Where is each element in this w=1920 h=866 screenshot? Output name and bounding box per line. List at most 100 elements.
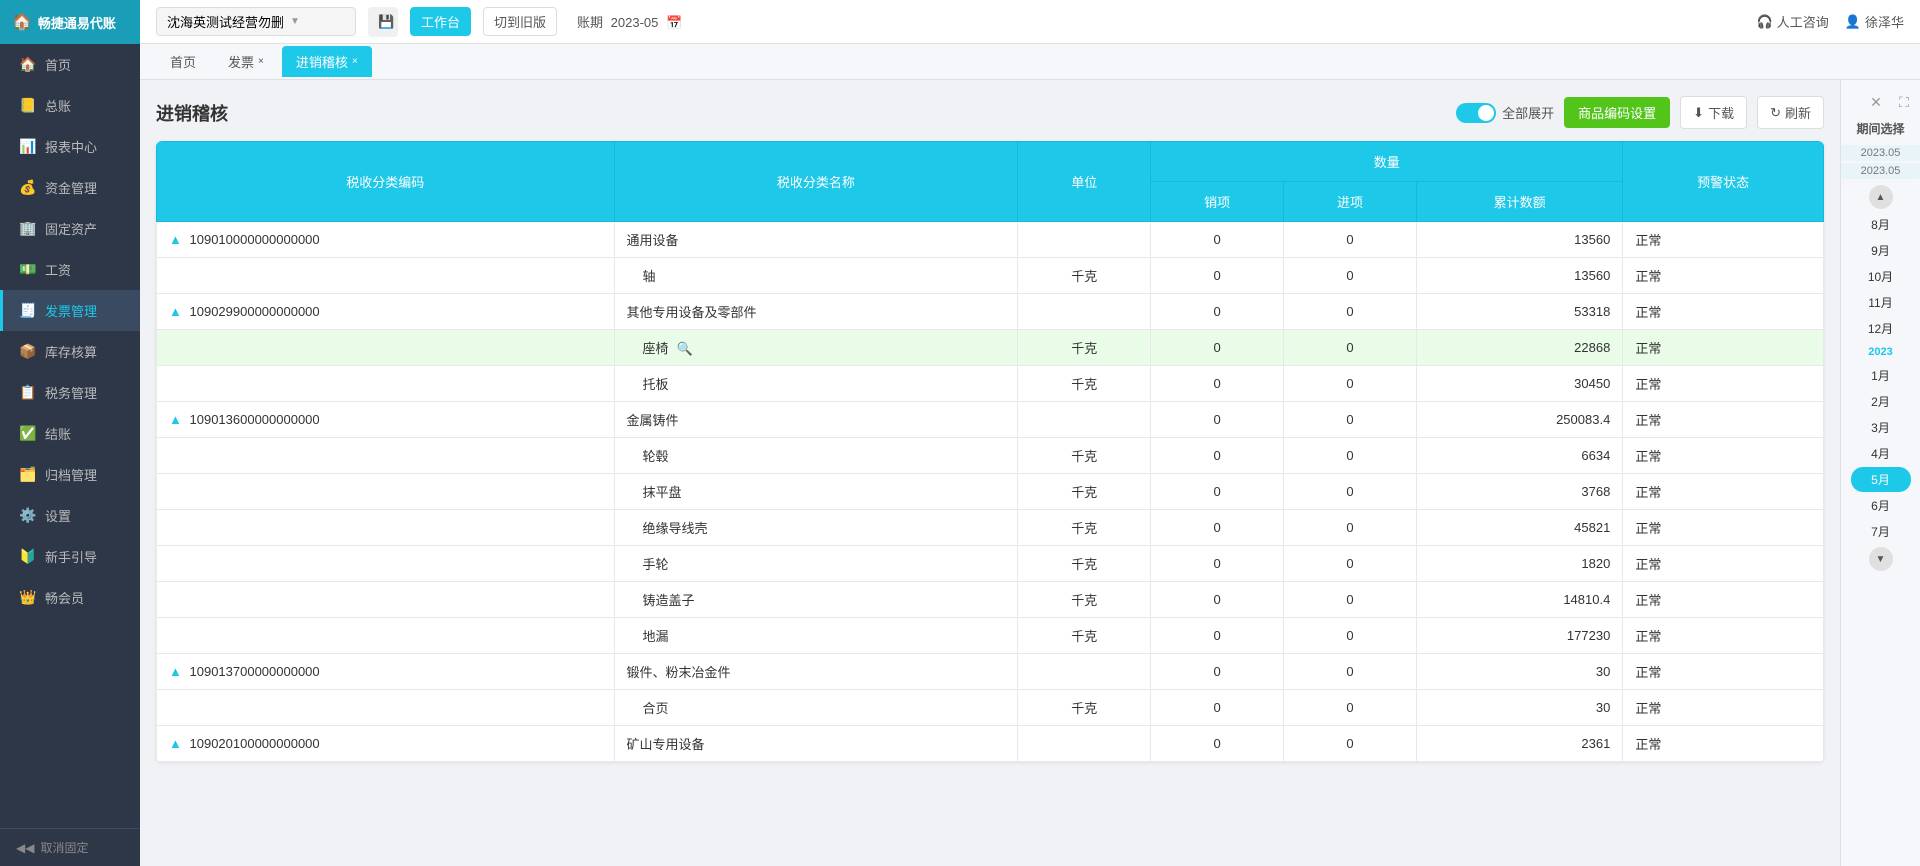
sidebar-item-member[interactable]: 👑 畅会员 xyxy=(0,577,140,618)
cell-code: ▲ 109013600000000000 xyxy=(157,402,615,438)
cell-total: 3768 xyxy=(1416,474,1622,510)
save-draft-button[interactable]: 💾 xyxy=(368,7,398,37)
tab-reconcile[interactable]: 进销稽核 × xyxy=(282,46,372,77)
table-row[interactable]: 绝缘导线壳 千克 0 0 45821 正常 xyxy=(157,510,1824,546)
payroll-icon: 💵 xyxy=(19,261,37,278)
table-row[interactable]: 托板 千克 0 0 30450 正常 xyxy=(157,366,1824,402)
table-row[interactable]: 座椅🔍 千克 0 0 22868 正常 xyxy=(157,330,1824,366)
sidebar-item-settlement[interactable]: ✅ 结账 xyxy=(0,413,140,454)
month-item[interactable]: 4月 xyxy=(1851,441,1911,466)
month-item[interactable]: 3月 xyxy=(1851,415,1911,440)
sidebar-item-ledger[interactable]: 📒 总账 xyxy=(0,85,140,126)
tab-invoice-close-icon[interactable]: × xyxy=(258,56,264,67)
workspace-button[interactable]: 工作台 xyxy=(410,7,471,36)
product-code-button[interactable]: 商品编码设置 xyxy=(1564,97,1670,128)
cell-status: 正常 xyxy=(1623,582,1824,618)
cell-purchase: 0 xyxy=(1284,402,1417,438)
user-menu[interactable]: 👤 徐泽华 xyxy=(1845,12,1904,31)
table-row[interactable]: 抹平盘 千克 0 0 3768 正常 xyxy=(157,474,1824,510)
cell-status: 正常 xyxy=(1623,690,1824,726)
download-button[interactable]: ⬇ 下载 xyxy=(1680,96,1747,129)
sidebar-item-report[interactable]: 📊 报表中心 xyxy=(0,126,140,167)
cell-status: 正常 xyxy=(1623,618,1824,654)
tab-reconcile-label: 进销稽核 xyxy=(296,52,348,71)
month-item[interactable]: 5月 xyxy=(1851,467,1911,492)
collapse-icon[interactable]: ▲ xyxy=(169,412,182,427)
month-item[interactable]: 12月 xyxy=(1851,316,1911,341)
period-selection-label: 期间选择 xyxy=(1856,120,1904,137)
unpin-button[interactable]: ◀◀ 取消固定 xyxy=(0,828,140,866)
table-row[interactable]: ▲ 109029900000000000 其他专用设备及零部件 0 0 5331… xyxy=(157,294,1824,330)
expand-panel-icon[interactable]: ⛶ xyxy=(1892,90,1916,114)
sidebar-item-invoice[interactable]: 🧾 发票管理 xyxy=(0,290,140,331)
cell-sales: 0 xyxy=(1151,402,1284,438)
table-row[interactable]: ▲ 109013600000000000 金属铸件 0 0 250083.4 正… xyxy=(157,402,1824,438)
switch-version-button[interactable]: 切到旧版 xyxy=(483,7,557,36)
month-item[interactable]: 1月 xyxy=(1851,363,1911,388)
sidebar-item-settings[interactable]: ⚙️ 设置 xyxy=(0,495,140,536)
sidebar-item-label: 新手引导 xyxy=(45,547,97,566)
table-row[interactable]: ▲ 109013700000000000 锻件、粉末冶金件 0 0 30 正常 xyxy=(157,654,1824,690)
scroll-up-button[interactable]: ▲ xyxy=(1869,185,1893,209)
cell-purchase: 0 xyxy=(1284,582,1417,618)
cell-name: 轴 xyxy=(614,258,1018,294)
sidebar-item-assets[interactable]: 🏢 固定资产 xyxy=(0,208,140,249)
tab-invoice[interactable]: 发票 × xyxy=(214,46,278,77)
month-item[interactable]: 9月 xyxy=(1851,238,1911,263)
table-row[interactable]: ▲ 109010000000000000 通用设备 0 0 13560 正常 xyxy=(157,222,1824,258)
sidebar-item-label: 设置 xyxy=(45,506,71,525)
table-row[interactable]: 轴 千克 0 0 13560 正常 xyxy=(157,258,1824,294)
sidebar-item-funds[interactable]: 💰 资金管理 xyxy=(0,167,140,208)
cell-unit: 千克 xyxy=(1018,618,1151,654)
tab-reconcile-close-icon[interactable]: × xyxy=(352,56,358,67)
month-item[interactable]: 10月 xyxy=(1851,264,1911,289)
table-row[interactable]: 手轮 千克 0 0 1820 正常 xyxy=(157,546,1824,582)
headset-icon: 🎧 xyxy=(1757,14,1773,30)
cell-name: 合页 xyxy=(614,690,1018,726)
sidebar-item-payroll[interactable]: 💵 工资 xyxy=(0,249,140,290)
page-title: 进销稽核 xyxy=(156,100,228,126)
cell-status: 正常 xyxy=(1623,510,1824,546)
cell-purchase: 0 xyxy=(1284,474,1417,510)
scroll-down-button[interactable]: ▼ xyxy=(1869,547,1893,571)
month-item[interactable]: 8月 xyxy=(1851,212,1911,237)
cell-sales: 0 xyxy=(1151,330,1284,366)
cell-purchase: 0 xyxy=(1284,258,1417,294)
sidebar-item-label: 归档管理 xyxy=(45,465,97,484)
month-item[interactable]: 6月 xyxy=(1851,493,1911,518)
sidebar-item-guide[interactable]: 🔰 新手引导 xyxy=(0,536,140,577)
tab-home[interactable]: 首页 xyxy=(156,46,210,77)
close-panel-icon[interactable]: ✕ xyxy=(1864,90,1888,114)
cell-status: 正常 xyxy=(1623,654,1824,690)
download-icon: ⬇ xyxy=(1693,105,1704,121)
table-row[interactable]: 轮毂 千克 0 0 6634 正常 xyxy=(157,438,1824,474)
sidebar-item-home[interactable]: 🏠 首页 xyxy=(0,44,140,85)
company-selector[interactable]: 沈海英测试经营勿删 ▼ xyxy=(156,7,356,36)
table-row[interactable]: 地漏 千克 0 0 177230 正常 xyxy=(157,618,1824,654)
cell-code xyxy=(157,510,615,546)
table-row[interactable]: 合页 千克 0 0 30 正常 xyxy=(157,690,1824,726)
collapse-icon[interactable]: ▲ xyxy=(169,736,182,751)
calendar-icon[interactable]: 📅 xyxy=(666,15,682,30)
app-name: 畅捷通易代账 xyxy=(38,13,116,32)
service-button[interactable]: 🎧 人工咨询 xyxy=(1757,12,1829,31)
collapse-icon[interactable]: ▲ xyxy=(169,232,182,247)
toggle-switch[interactable] xyxy=(1456,103,1496,123)
month-item[interactable]: 11月 xyxy=(1851,290,1911,315)
month-item[interactable]: 2月 xyxy=(1851,389,1911,414)
archive-icon: 🗂️ xyxy=(19,466,37,483)
table-row[interactable]: 铸造盖子 千克 0 0 14810.4 正常 xyxy=(157,582,1824,618)
cell-total: 45821 xyxy=(1416,510,1622,546)
month-item[interactable]: 7月 xyxy=(1851,519,1911,544)
th-quantity-group: 数量 xyxy=(1151,142,1623,182)
collapse-icon[interactable]: ▲ xyxy=(169,304,182,319)
refresh-button[interactable]: ↻ 刷新 xyxy=(1757,96,1824,129)
sidebar-item-tax[interactable]: 📋 税务管理 xyxy=(0,372,140,413)
expand-all-toggle[interactable]: 全部展开 xyxy=(1456,103,1554,123)
sidebar-item-inventory[interactable]: 📦 库存核算 xyxy=(0,331,140,372)
cell-purchase: 0 xyxy=(1284,654,1417,690)
sidebar-item-archive[interactable]: 🗂️ 归档管理 xyxy=(0,454,140,495)
table-row[interactable]: ▲ 109020100000000000 矿山专用设备 0 0 2361 正常 xyxy=(157,726,1824,762)
collapse-icon[interactable]: ▲ xyxy=(169,664,182,679)
search-icon[interactable]: 🔍 xyxy=(677,341,693,356)
